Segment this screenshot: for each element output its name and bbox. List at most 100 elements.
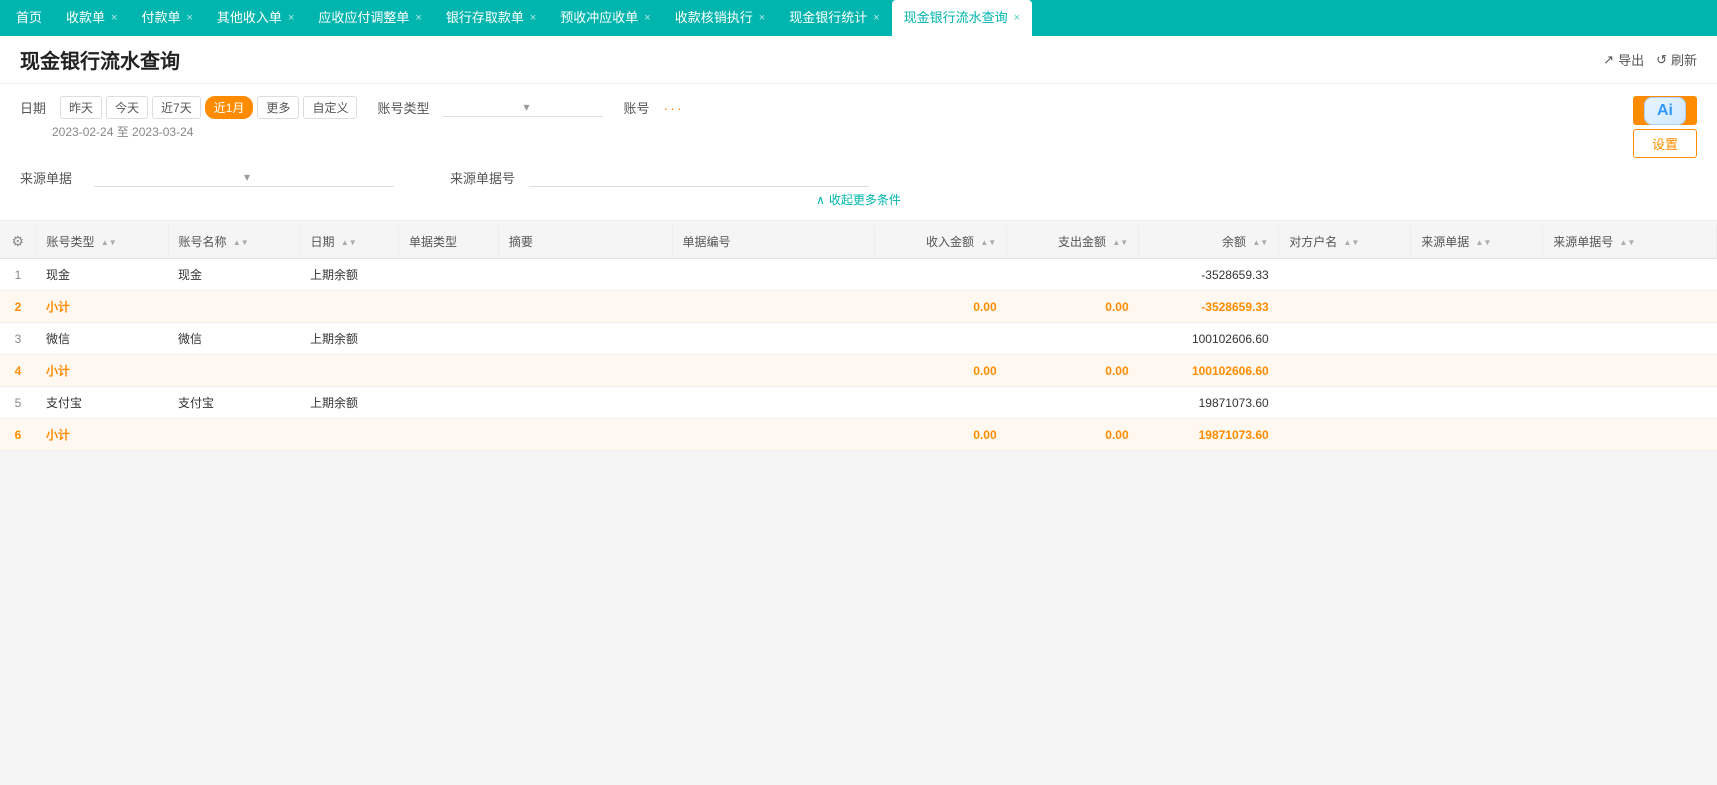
table-row[interactable]: 1 现金 现金 上期余额 -3528659.33: [0, 259, 1717, 291]
col-gear[interactable]: ⚙: [0, 225, 36, 259]
table-row[interactable]: 6 小计 0.00 0.00 19871073.60: [0, 419, 1717, 451]
cell-balance: -3528659.33: [1139, 259, 1279, 291]
nav-item-8[interactable]: 现金银行流水查询 ×: [892, 0, 1032, 36]
nav-item-6[interactable]: 收款核销执行 ×: [663, 0, 777, 36]
col-source-doc[interactable]: 来源单据 ▲▼: [1411, 225, 1543, 259]
settings-button[interactable]: 设置: [1633, 129, 1697, 158]
cell-account-name: 支付宝: [168, 387, 300, 419]
close-icon-0[interactable]: ×: [111, 0, 117, 36]
col-expense[interactable]: 支出金额 ▲▼: [1007, 225, 1139, 259]
cell-expense: [1007, 323, 1139, 355]
export-button[interactable]: ↗ 导出: [1603, 50, 1644, 69]
sort-icon-balance: ▲▼: [1252, 239, 1268, 247]
col-account-type[interactable]: 账号类型 ▲▼: [36, 225, 168, 259]
close-icon-2[interactable]: ×: [288, 0, 294, 36]
sort-icon-account-name: ▲▼: [233, 239, 249, 247]
cell-expense: [1007, 259, 1139, 291]
source-doc-select[interactable]: ▾: [94, 168, 394, 187]
date-btn-more[interactable]: 更多: [257, 96, 299, 119]
close-icon-5[interactable]: ×: [644, 0, 650, 36]
nav-item-4[interactable]: 银行存取款单 ×: [434, 0, 548, 36]
table-row[interactable]: 3 微信 微信 上期余额 100102606.60: [0, 323, 1717, 355]
cell-source-doc-no: [1543, 323, 1717, 355]
cell-summary: [498, 291, 672, 323]
date-btn-1month[interactable]: 近1月: [205, 96, 254, 119]
cell-source-doc: [1411, 419, 1543, 451]
account-ellipsis-button[interactable]: ···: [663, 100, 683, 116]
cell-source-doc: [1411, 259, 1543, 291]
col-account-name[interactable]: 账号名称 ▲▼: [168, 225, 300, 259]
cell-source-doc-no: [1543, 387, 1717, 419]
row-num: 2: [0, 291, 36, 323]
date-btn-today[interactable]: 今天: [106, 96, 148, 119]
row-num: 5: [0, 387, 36, 419]
close-icon-3[interactable]: ×: [415, 0, 421, 36]
collapse-up-icon: ∧: [816, 193, 825, 207]
col-balance[interactable]: 余额 ▲▼: [1139, 225, 1279, 259]
date-range-display: 2023-02-24 至 2023-03-24: [52, 123, 357, 140]
date-btn-yesterday[interactable]: 昨天: [60, 96, 102, 119]
table-row[interactable]: 5 支付宝 支付宝 上期余额 19871073.60: [0, 387, 1717, 419]
cell-account-type: 小计: [36, 291, 168, 323]
nav-home[interactable]: 首页: [4, 0, 54, 36]
cell-account-name: 微信: [168, 323, 300, 355]
row-num: 4: [0, 355, 36, 387]
cell-doc-type: [398, 387, 498, 419]
cell-doc-type: [398, 259, 498, 291]
cell-doc-no: [672, 323, 875, 355]
cell-income: 0.00: [875, 355, 1007, 387]
cell-counterparty: [1279, 355, 1411, 387]
close-icon-1[interactable]: ×: [186, 0, 192, 36]
cell-date: [300, 419, 398, 451]
date-btn-custom[interactable]: 自定义: [303, 96, 357, 119]
cell-doc-type: [398, 419, 498, 451]
cell-balance: -3528659.33: [1139, 291, 1279, 323]
collapse-bar[interactable]: ∧ 收起更多条件: [20, 187, 1697, 212]
cell-account-name: [168, 291, 300, 323]
col-source-doc-no[interactable]: 来源单据号 ▲▼: [1543, 225, 1717, 259]
nav-item-3[interactable]: 应收应付调整单 ×: [306, 0, 433, 36]
source-doc-num-input[interactable]: [529, 168, 869, 187]
table-header-row: ⚙ 账号类型 ▲▼ 账号名称 ▲▼ 日期 ▲▼ 单据类型 摘: [0, 225, 1717, 259]
cell-expense: 0.00: [1007, 355, 1139, 387]
nav-item-2[interactable]: 其他收入单 ×: [205, 0, 306, 36]
cell-account-type: 小计: [36, 419, 168, 451]
cell-account-name: [168, 355, 300, 387]
col-income[interactable]: 收入金额 ▲▼: [875, 225, 1007, 259]
nav-item-1[interactable]: 付款单 ×: [129, 0, 204, 36]
export-icon: ↗: [1603, 52, 1614, 68]
nav-item-0[interactable]: 收款单 ×: [54, 0, 129, 36]
cell-source-doc: [1411, 291, 1543, 323]
close-icon-4[interactable]: ×: [530, 0, 536, 36]
cell-source-doc-no: [1543, 291, 1717, 323]
ai-button[interactable]: Ai: [1644, 97, 1686, 125]
table-body: 1 现金 现金 上期余额 -3528659.33 2 小计 0.00 0.00 …: [0, 259, 1717, 451]
col-counterparty[interactable]: 对方户名 ▲▼: [1279, 225, 1411, 259]
cell-summary: [498, 355, 672, 387]
cell-income: [875, 323, 1007, 355]
cell-counterparty: [1279, 259, 1411, 291]
cell-expense: 0.00: [1007, 419, 1139, 451]
gear-icon: ⚙: [11, 233, 24, 249]
col-date[interactable]: 日期 ▲▼: [300, 225, 398, 259]
close-icon-6[interactable]: ×: [759, 0, 765, 36]
cell-income: 0.00: [875, 419, 1007, 451]
table-row[interactable]: 2 小计 0.00 0.00 -3528659.33: [0, 291, 1717, 323]
col-doc-type[interactable]: 单据类型: [398, 225, 498, 259]
date-btn-7days[interactable]: 近7天: [152, 96, 201, 119]
table-row[interactable]: 4 小计 0.00 0.00 100102606.60: [0, 355, 1717, 387]
cell-source-doc-no: [1543, 355, 1717, 387]
col-doc-no[interactable]: 单据编号: [672, 225, 875, 259]
close-icon-8[interactable]: ×: [1014, 0, 1020, 36]
account-type-select[interactable]: ▾: [443, 98, 603, 117]
cell-summary: [498, 323, 672, 355]
filter-area: 日期 昨天 今天 近7天 近1月 更多 自定义 2023-02-24 至 202…: [0, 84, 1717, 221]
nav-item-5[interactable]: 预收冲应收单 ×: [548, 0, 662, 36]
cell-income: [875, 259, 1007, 291]
cell-expense: 0.00: [1007, 291, 1139, 323]
close-icon-7[interactable]: ×: [873, 0, 879, 36]
nav-item-7[interactable]: 现金银行统计 ×: [777, 0, 891, 36]
col-summary[interactable]: 摘要: [498, 225, 672, 259]
refresh-button[interactable]: ↺ 刷新: [1656, 50, 1697, 69]
cell-balance: 19871073.60: [1139, 387, 1279, 419]
